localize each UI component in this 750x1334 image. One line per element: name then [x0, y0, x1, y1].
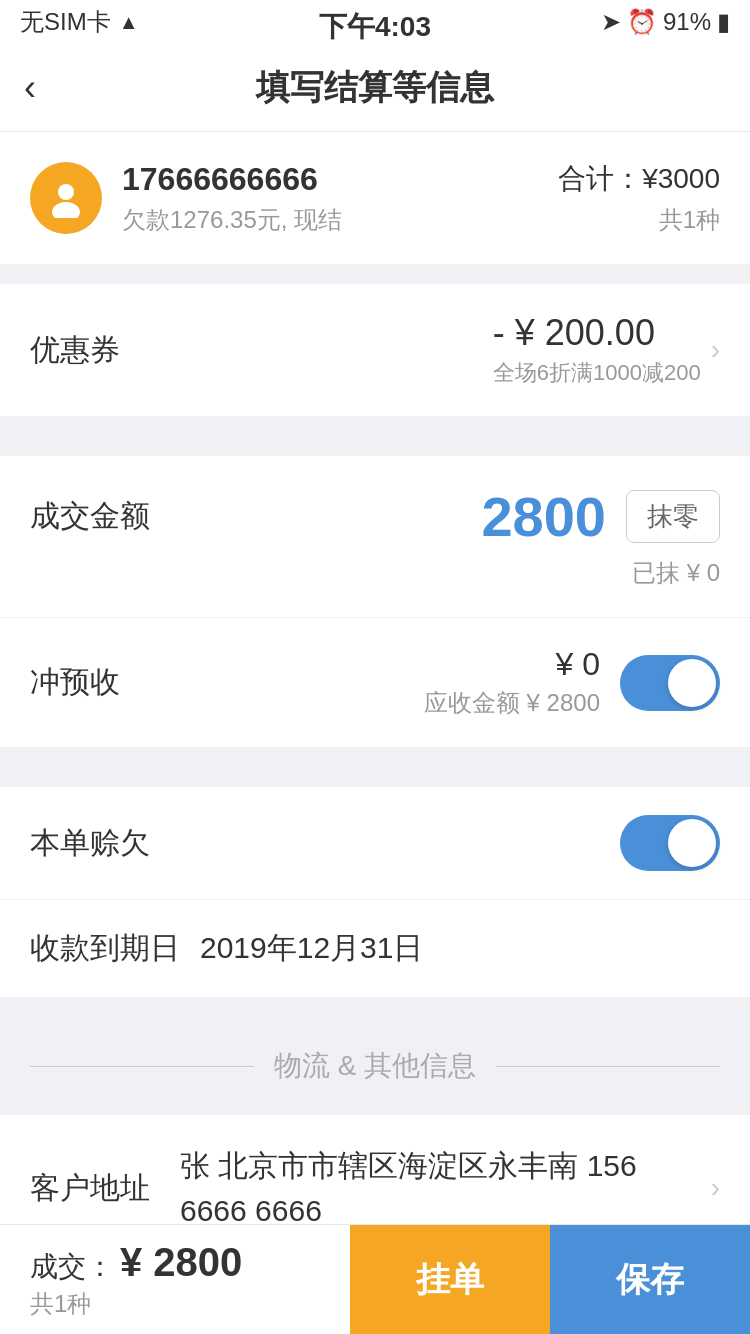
due-date-section: 收款到期日 2019年12月31日 [0, 900, 750, 997]
bottom-total-label: 成交： [30, 1248, 114, 1286]
order-total: 合计：¥3000 [558, 160, 720, 198]
rush-deposit-row: 冲预收 ¥ 0 应收金额 ¥ 2800 [30, 646, 720, 719]
carrier-text: 无SIM卡 [20, 6, 111, 38]
debt-toggle-knob [668, 819, 716, 867]
location-icon: ➤ [601, 8, 621, 36]
coupon-amount: - ¥ 200.00 [493, 312, 701, 354]
battery-icon: ▮ [717, 8, 730, 36]
battery-text: 91% [663, 8, 711, 36]
bottom-total: 成交： ¥ 2800 共1种 [0, 1240, 350, 1320]
rush-deposit-sub: 应收金额 ¥ 2800 [424, 687, 600, 719]
user-phone: 17666666666 [122, 161, 342, 198]
rush-amount-block: ¥ 0 应收金额 ¥ 2800 [424, 646, 600, 719]
status-time: 下午4:03 [319, 8, 431, 46]
nav-bar: ‹ 填写结算等信息 [0, 44, 750, 132]
debt-toggle[interactable] [620, 815, 720, 871]
hold-button[interactable]: 挂单 [350, 1225, 550, 1335]
coupon-chevron-icon: › [711, 334, 720, 366]
logistics-line-left [30, 1066, 254, 1067]
address-label: 客户地址 [30, 1168, 150, 1209]
coupon-right: - ¥ 200.00 全场6折满1000减200 › [493, 312, 720, 388]
address-chevron-icon: › [711, 1172, 720, 1204]
this-order-debt-section: 本单赊欠 [0, 787, 750, 899]
status-bar: 无SIM卡 ▲ 下午4:03 ➤ ⏰ 91% ▮ [0, 0, 750, 44]
order-count: 共1种 [558, 204, 720, 236]
deal-amount-value: 2800 [481, 484, 606, 549]
coupon-info: - ¥ 200.00 全场6折满1000减200 [493, 312, 701, 388]
logistics-divider: 物流 & 其他信息 [0, 1017, 750, 1115]
due-date-value: 2019年12月31日 [200, 928, 423, 969]
user-right: 合计：¥3000 共1种 [558, 160, 720, 236]
wifi-icon: ▲ [119, 11, 139, 34]
rush-deposit-amount: ¥ 0 [424, 646, 600, 683]
toggle-knob [668, 659, 716, 707]
bottom-total-amount: ¥ 2800 [120, 1240, 242, 1285]
svg-point-1 [52, 202, 80, 218]
svg-point-0 [58, 184, 74, 200]
rush-deposit-label: 冲预收 [30, 662, 120, 703]
deal-amount-sub: 已抹 ¥ 0 [30, 557, 720, 589]
page-title: 填写结算等信息 [256, 65, 494, 111]
logistics-label: 物流 & 其他信息 [254, 1047, 496, 1085]
status-right: ➤ ⏰ 91% ▮ [601, 8, 730, 36]
user-card: 17666666666 欠款1276.35元, 现结 合计：¥3000 共1种 [0, 132, 750, 264]
status-left: 无SIM卡 ▲ [20, 6, 138, 38]
bottom-total-row: 成交： ¥ 2800 [30, 1240, 320, 1286]
avatar [30, 162, 102, 234]
round-zero-button[interactable]: 抹零 [626, 490, 720, 543]
logistics-line-right [496, 1066, 720, 1067]
section-separator-1 [0, 436, 750, 456]
alarm-icon: ⏰ [627, 8, 657, 36]
save-button[interactable]: 保存 [550, 1225, 750, 1335]
rush-deposit-right: ¥ 0 应收金额 ¥ 2800 [424, 646, 720, 719]
user-left: 17666666666 欠款1276.35元, 现结 [30, 161, 342, 236]
section-separator-2 [0, 747, 750, 767]
coupon-label: 优惠券 [30, 330, 120, 371]
deal-amount-label: 成交金额 [30, 496, 150, 537]
coupon-desc: 全场6折满1000减200 [493, 358, 701, 388]
rush-deposit-toggle[interactable] [620, 655, 720, 711]
coupon-row[interactable]: 优惠券 - ¥ 200.00 全场6折满1000减200 › [0, 284, 750, 416]
user-info: 17666666666 欠款1276.35元, 现结 [122, 161, 342, 236]
rush-deposit-section: 冲预收 ¥ 0 应收金额 ¥ 2800 [0, 618, 750, 747]
deal-amount-right: 2800 抹零 [481, 484, 720, 549]
deal-amount-row: 成交金额 2800 抹零 [30, 484, 720, 549]
address-value: 张 北京市市辖区海淀区永丰南 156 6666 6666 [180, 1143, 711, 1233]
user-debt: 欠款1276.35元, 现结 [122, 204, 342, 236]
bottom-bar: 成交： ¥ 2800 共1种 挂单 保存 [0, 1224, 750, 1334]
back-button[interactable]: ‹ [24, 67, 36, 109]
bottom-total-count: 共1种 [30, 1288, 320, 1320]
deal-amount-section: 成交金额 2800 抹零 已抹 ¥ 0 [0, 456, 750, 617]
due-date-label: 收款到期日 [30, 928, 180, 969]
this-order-debt-label: 本单赊欠 [30, 823, 150, 864]
